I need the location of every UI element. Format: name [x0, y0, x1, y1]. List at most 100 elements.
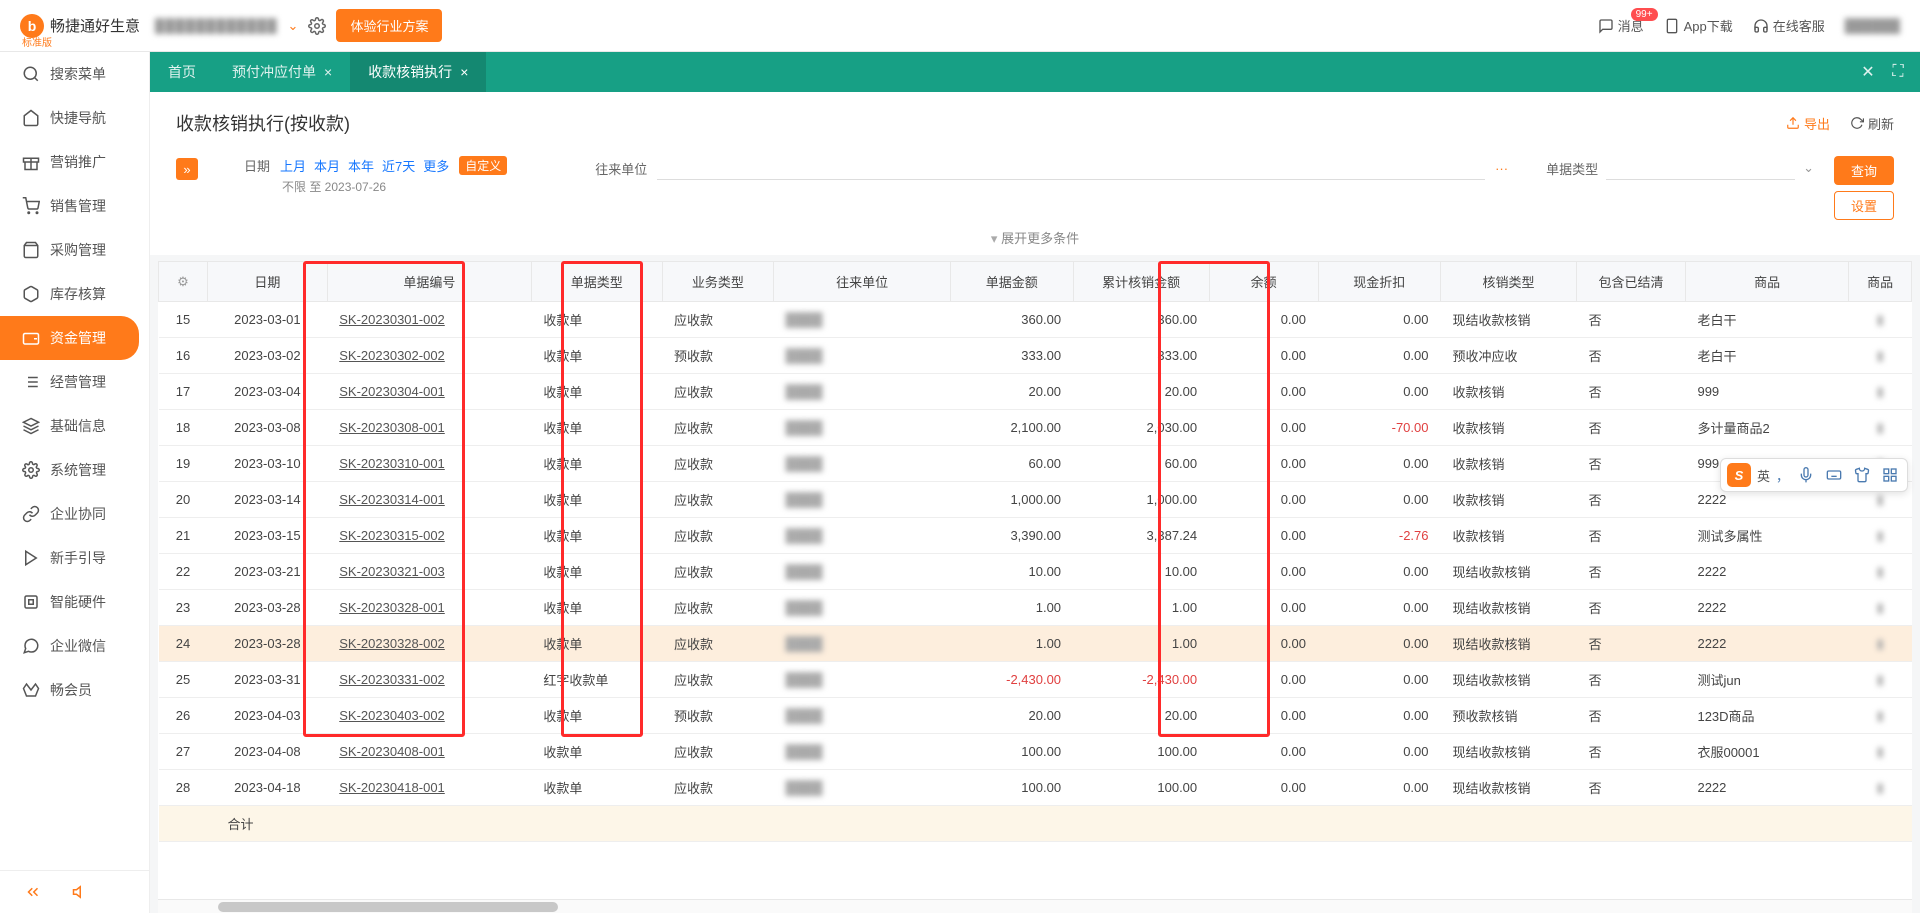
- col-header-7[interactable]: 余额: [1209, 262, 1318, 302]
- tab-close-icon[interactable]: ×: [324, 64, 332, 80]
- date-preset-3[interactable]: 近7天: [382, 156, 415, 175]
- sidebar-item-3[interactable]: 销售管理: [0, 184, 149, 228]
- ime-mic-icon[interactable]: [1795, 464, 1817, 486]
- messages-button[interactable]: 消息 99+: [1598, 16, 1644, 35]
- tab-2[interactable]: 收款核销执行×: [350, 52, 486, 92]
- billtype-chevron-icon[interactable]: ⌄: [1803, 160, 1814, 176]
- sidebar-item-1[interactable]: 快捷导航: [0, 96, 149, 140]
- tenant-dropdown-icon[interactable]: ⌄: [288, 18, 299, 34]
- sidebar-item-14[interactable]: 畅会员: [0, 668, 149, 712]
- col-header-3[interactable]: 业务类型: [662, 262, 774, 302]
- sidebar-item-2[interactable]: 营销推广: [0, 140, 149, 184]
- ime-widget[interactable]: S 英 ，: [1720, 458, 1908, 492]
- table-row[interactable]: 27 2023-04-08 SK-20230408-001 收款单 应收款 ██…: [159, 734, 1912, 770]
- col-header-4[interactable]: 往来单位: [774, 262, 951, 302]
- sidebar-item-0[interactable]: 搜索菜单: [0, 52, 149, 96]
- ime-skin-icon[interactable]: [1851, 464, 1873, 486]
- doc-link[interactable]: SK-20230310-001: [339, 456, 445, 471]
- doc-link[interactable]: SK-20230308-001: [339, 420, 445, 435]
- date-custom-badge[interactable]: 自定义: [459, 156, 507, 175]
- col-header-11[interactable]: 商品: [1685, 262, 1848, 302]
- online-service-button[interactable]: 在线客服: [1753, 16, 1825, 35]
- column-settings-header[interactable]: ⚙: [159, 262, 208, 302]
- table-row[interactable]: 18 2023-03-08 SK-20230308-001 收款单 应收款 ██…: [159, 410, 1912, 446]
- table-row[interactable]: 20 2023-03-14 SK-20230314-001 收款单 应收款 ██…: [159, 482, 1912, 518]
- table-row[interactable]: 22 2023-03-21 SK-20230321-003 收款单 应收款 ██…: [159, 554, 1912, 590]
- col-header-1[interactable]: 单据编号: [327, 262, 531, 302]
- table-row[interactable]: 25 2023-03-31 SK-20230331-002 红字收款单 应收款 …: [159, 662, 1912, 698]
- partner-input[interactable]: [657, 156, 1485, 180]
- doc-link[interactable]: SK-20230302-002: [339, 348, 445, 363]
- billtype-input[interactable]: [1606, 156, 1795, 180]
- ime-lang[interactable]: 英: [1757, 466, 1770, 485]
- col-header-5[interactable]: 单据金额: [951, 262, 1073, 302]
- date-preset-0[interactable]: 上月: [280, 156, 306, 175]
- doc-link[interactable]: SK-20230321-003: [339, 564, 445, 579]
- partner-more-icon[interactable]: ···: [1495, 161, 1508, 176]
- sidebar-item-12[interactable]: 智能硬件: [0, 580, 149, 624]
- col-header-10[interactable]: 包含已结清: [1577, 262, 1686, 302]
- more-conditions-toggle[interactable]: ▾ 展开更多条件: [150, 220, 1920, 255]
- sound-icon[interactable]: [72, 883, 90, 901]
- doc-link[interactable]: SK-20230418-001: [339, 780, 445, 795]
- table-row[interactable]: 17 2023-03-04 SK-20230304-001 收款单 应收款 ██…: [159, 374, 1912, 410]
- sidebar-item-10[interactable]: 企业协同: [0, 492, 149, 536]
- ime-toolbox-icon[interactable]: [1879, 464, 1901, 486]
- trial-button[interactable]: 体验行业方案: [336, 9, 442, 42]
- app-download-button[interactable]: App下载: [1664, 16, 1733, 35]
- sidebar-item-6[interactable]: 资金管理: [0, 316, 139, 360]
- sidebar-item-11[interactable]: 新手引导: [0, 536, 149, 580]
- doc-link[interactable]: SK-20230314-001: [339, 492, 445, 507]
- tabs-expand-icon[interactable]: ⛶: [1884, 58, 1912, 86]
- doc-link[interactable]: SK-20230304-001: [339, 384, 445, 399]
- col-header-12[interactable]: 商品: [1849, 262, 1912, 302]
- date-preset-4[interactable]: 更多: [423, 156, 449, 175]
- sidebar-item-5[interactable]: 库存核算: [0, 272, 149, 316]
- filter-date-label: 日期: [218, 156, 270, 175]
- refresh-button[interactable]: 刷新: [1850, 114, 1894, 133]
- doc-link[interactable]: SK-20230331-002: [339, 672, 445, 687]
- table-row[interactable]: 16 2023-03-02 SK-20230302-002 收款单 预收款 ██…: [159, 338, 1912, 374]
- doc-link[interactable]: SK-20230403-002: [339, 708, 445, 723]
- col-header-6[interactable]: 累计核销金额: [1073, 262, 1209, 302]
- sidebar-item-8[interactable]: 基础信息: [0, 404, 149, 448]
- horizontal-scrollbar[interactable]: [158, 899, 1912, 913]
- bars-icon: [22, 373, 40, 391]
- doc-link[interactable]: SK-20230328-002: [339, 636, 445, 651]
- col-header-9[interactable]: 核销类型: [1441, 262, 1577, 302]
- sidebar-item-7[interactable]: 经营管理: [0, 360, 149, 404]
- table-row[interactable]: 26 2023-04-03 SK-20230403-002 收款单 预收款 ██…: [159, 698, 1912, 734]
- scrollbar-thumb[interactable]: [218, 902, 558, 912]
- ime-keyboard-icon[interactable]: [1823, 464, 1845, 486]
- doc-link[interactable]: SK-20230315-002: [339, 528, 445, 543]
- sidebar-item-9[interactable]: 系统管理: [0, 448, 149, 492]
- date-preset-2[interactable]: 本年: [348, 156, 374, 175]
- expand-handle[interactable]: »: [176, 158, 198, 180]
- doc-link[interactable]: SK-20230408-001: [339, 744, 445, 759]
- query-button[interactable]: 查询: [1834, 156, 1894, 185]
- table-row[interactable]: 24 2023-03-28 SK-20230328-002 收款单 应收款 ██…: [159, 626, 1912, 662]
- table-row[interactable]: 23 2023-03-28 SK-20230328-001 收款单 应收款 ██…: [159, 590, 1912, 626]
- tab-1[interactable]: 预付冲应付单×: [214, 52, 350, 92]
- table-row[interactable]: 19 2023-03-10 SK-20230310-001 收款单 应收款 ██…: [159, 446, 1912, 482]
- tab-close-icon[interactable]: ×: [460, 64, 468, 80]
- tabs-close-all-icon[interactable]: ✕: [1854, 58, 1882, 86]
- ime-sep[interactable]: ，: [1776, 466, 1789, 485]
- col-header-8[interactable]: 现金折扣: [1318, 262, 1440, 302]
- export-button[interactable]: 导出: [1786, 114, 1830, 133]
- table-row[interactable]: 21 2023-03-15 SK-20230315-002 收款单 应收款 ██…: [159, 518, 1912, 554]
- collapse-sidebar-icon[interactable]: [24, 883, 42, 901]
- col-header-2[interactable]: 单据类型: [531, 262, 662, 302]
- doc-link[interactable]: SK-20230328-001: [339, 600, 445, 615]
- sidebar-item-4[interactable]: 采购管理: [0, 228, 149, 272]
- table-row[interactable]: 15 2023-03-01 SK-20230301-002 收款单 应收款 ██…: [159, 302, 1912, 338]
- col-header-0[interactable]: 日期: [207, 262, 327, 302]
- filter-settings-button[interactable]: 设置: [1834, 191, 1894, 220]
- tab-0[interactable]: 首页: [150, 52, 214, 92]
- doc-link[interactable]: SK-20230301-002: [339, 312, 445, 327]
- date-preset-1[interactable]: 本月: [314, 156, 340, 175]
- username-blur[interactable]: ██████: [1845, 18, 1900, 33]
- table-row[interactable]: 28 2023-04-18 SK-20230418-001 收款单 应收款 ██…: [159, 770, 1912, 806]
- sidebar-item-13[interactable]: 企业微信: [0, 624, 149, 668]
- settings-icon[interactable]: [308, 17, 326, 35]
